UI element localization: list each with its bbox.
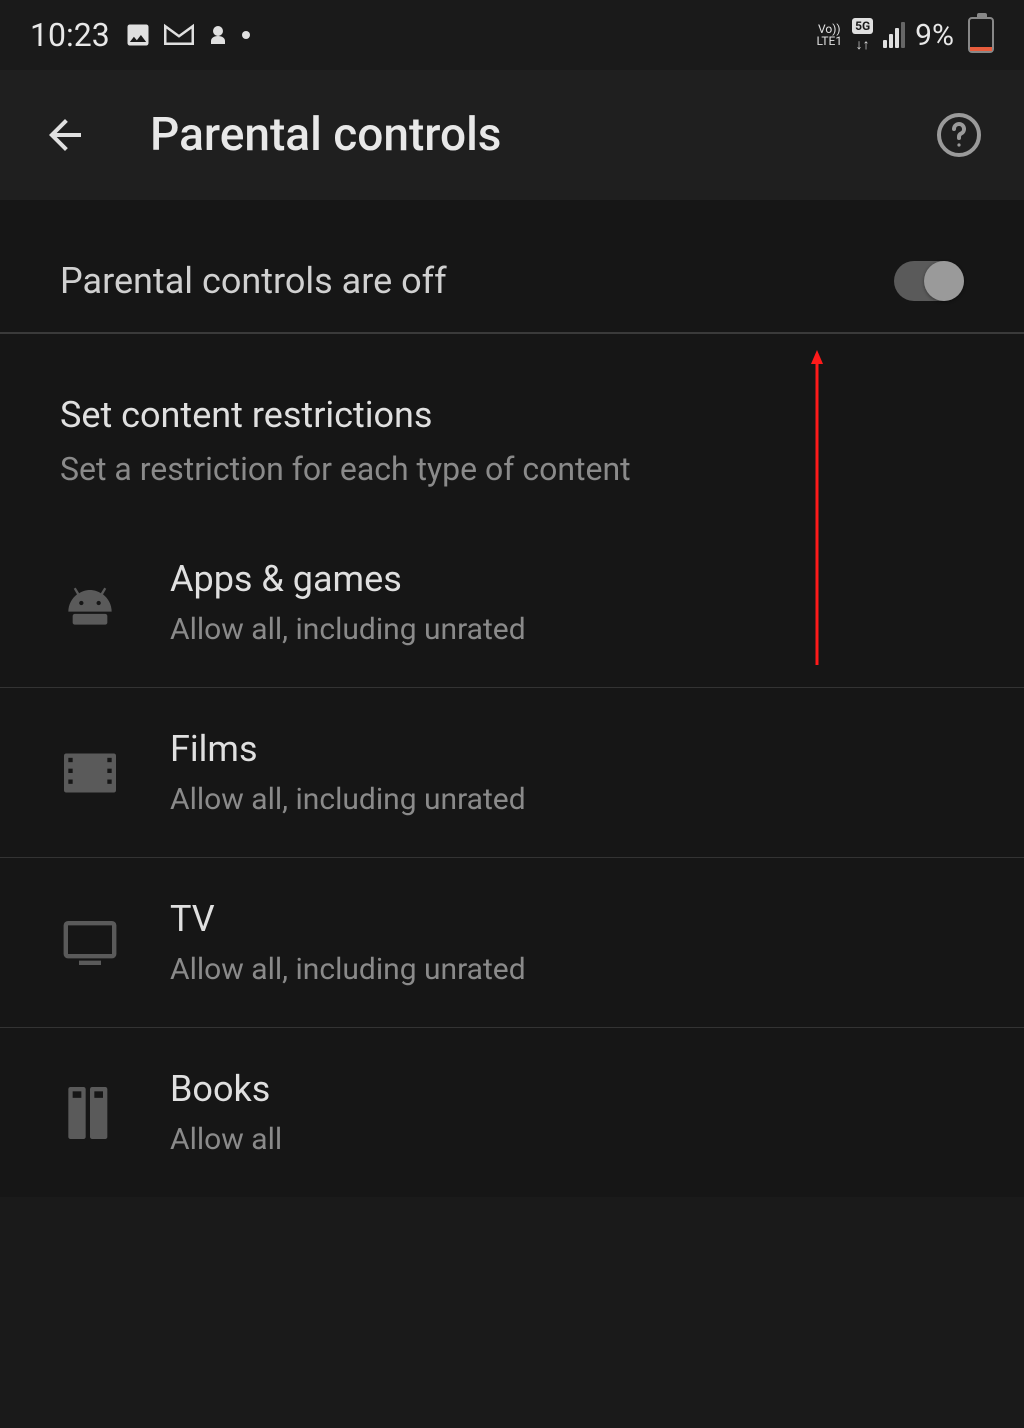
android-icon xyxy=(64,577,116,629)
app-header: Parental controls xyxy=(0,70,1024,200)
item-title: Apps & games xyxy=(170,558,526,600)
section-header: Set content restrictions Set a restricti… xyxy=(0,334,1024,518)
parental-toggle-row[interactable]: Parental controls are off xyxy=(0,230,1024,332)
item-title: Books xyxy=(170,1068,282,1110)
restriction-item-films[interactable]: Films Allow all, including unrated xyxy=(0,688,1024,858)
page-title: Parental controls xyxy=(150,108,874,162)
help-icon xyxy=(935,111,983,159)
toggle-label: Parental controls are off xyxy=(60,260,447,302)
app-icon xyxy=(206,21,230,49)
item-subtitle: Allow all, including unrated xyxy=(170,782,526,817)
network-badge: 5G xyxy=(852,18,873,34)
data-arrows-icon: ↓↑ xyxy=(856,36,870,53)
item-title: Films xyxy=(170,728,526,770)
status-notification-icons xyxy=(124,21,250,49)
back-button[interactable] xyxy=(40,110,90,160)
item-title: TV xyxy=(170,898,526,940)
section-subtitle: Set a restriction for each type of conte… xyxy=(60,450,964,488)
content-area: Parental controls are off Set content re… xyxy=(0,200,1024,1197)
battery-icon xyxy=(968,17,994,53)
signal-icon xyxy=(883,22,905,48)
tv-icon xyxy=(62,921,118,965)
status-time: 10:23 xyxy=(30,16,110,54)
status-bar: 10:23 Vo)) LTE1 5G ↓↑ 9% xyxy=(0,0,1024,70)
item-subtitle: Allow all xyxy=(170,1122,282,1157)
arrow-left-icon xyxy=(41,111,89,159)
restriction-item-tv[interactable]: TV Allow all, including unrated xyxy=(0,858,1024,1028)
status-left: 10:23 xyxy=(30,16,250,54)
restriction-item-apps[interactable]: Apps & games Allow all, including unrate… xyxy=(0,518,1024,688)
status-right: Vo)) LTE1 5G ↓↑ 9% xyxy=(817,17,995,53)
toggle-knob xyxy=(924,261,964,301)
battery-text: 9% xyxy=(915,18,954,53)
volte-icon: Vo)) LTE1 xyxy=(817,23,843,47)
section-title: Set content restrictions xyxy=(60,394,964,436)
parental-toggle[interactable] xyxy=(894,261,964,301)
gmail-icon xyxy=(164,23,194,47)
more-dot-icon xyxy=(242,31,250,39)
photo-icon xyxy=(124,21,152,49)
film-icon xyxy=(64,753,116,793)
books-icon xyxy=(68,1087,112,1139)
item-subtitle: Allow all, including unrated xyxy=(170,612,526,647)
item-subtitle: Allow all, including unrated xyxy=(170,952,526,987)
help-button[interactable] xyxy=(934,110,984,160)
network-indicator: 5G ↓↑ xyxy=(852,18,873,53)
restriction-item-books[interactable]: Books Allow all xyxy=(0,1028,1024,1197)
